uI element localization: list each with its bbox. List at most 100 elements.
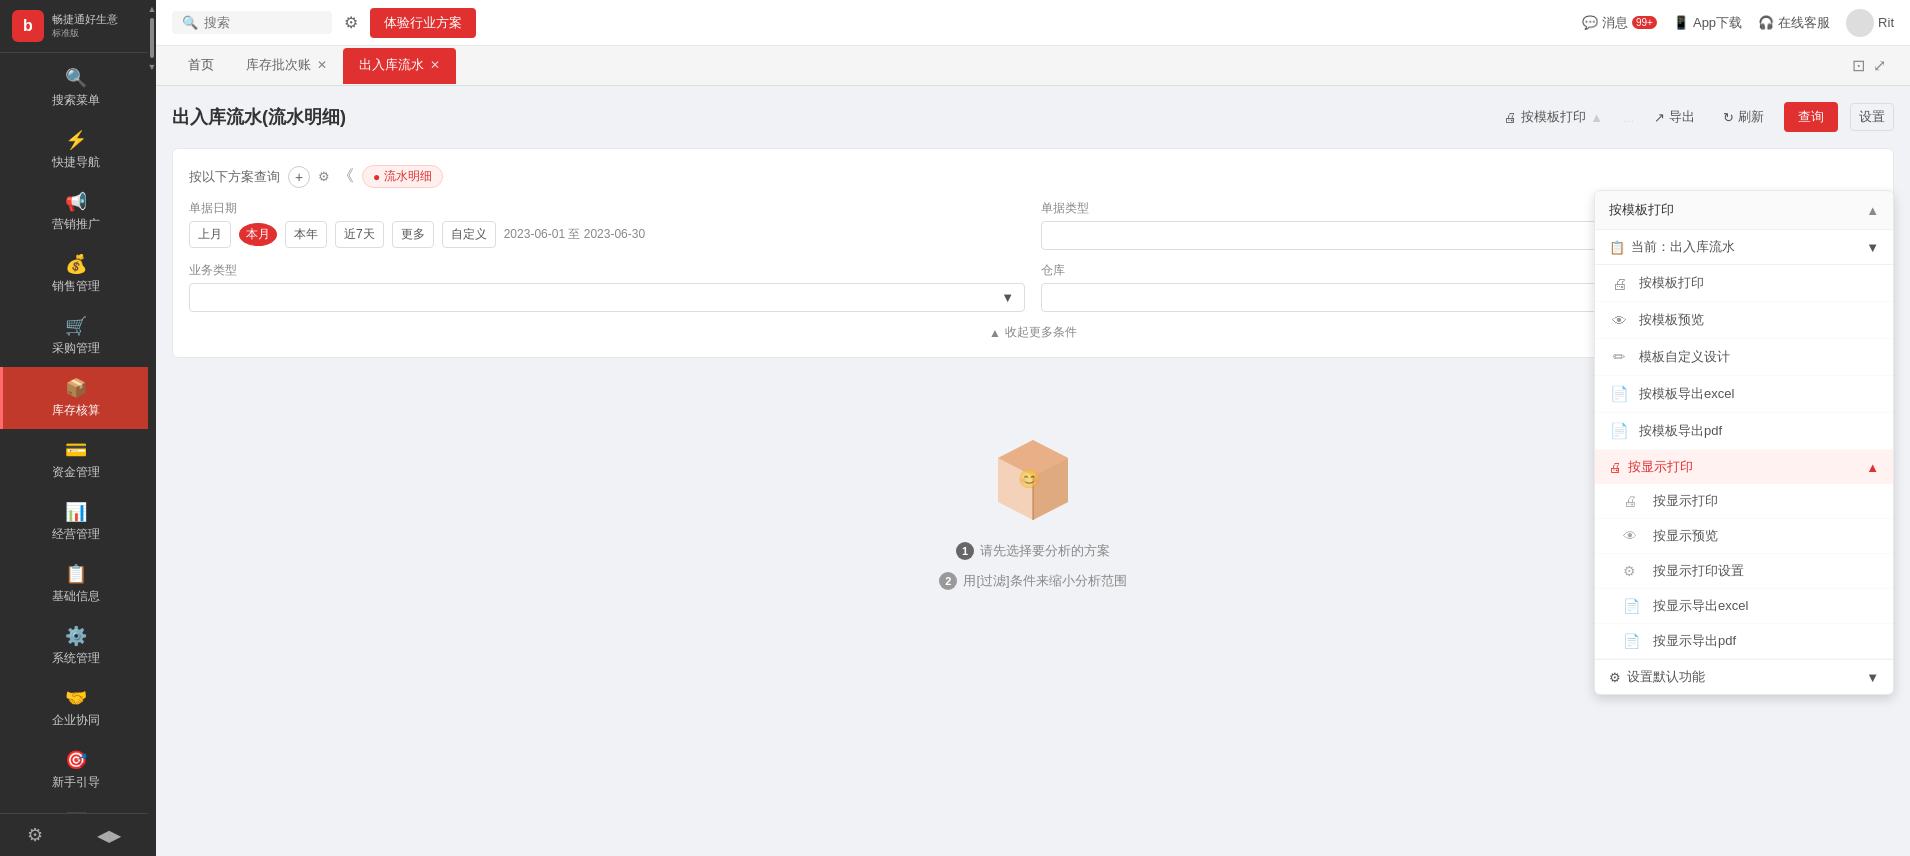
date-custom-btn[interactable]: 自定义 (442, 221, 496, 248)
export-excel-display-menu-item[interactable]: 📄 按显示导出excel (1595, 589, 1893, 624)
online-service-label: 在线客服 (1778, 14, 1830, 32)
sidebar-item-marketing[interactable]: 📢 营销推广 (0, 181, 148, 243)
date-this-year-btn[interactable]: 本年 (285, 221, 327, 248)
user-area[interactable]: Rit (1846, 9, 1894, 37)
current-template-arrow[interactable]: ▼ (1866, 240, 1879, 255)
export-pdf-template-menu-label: 按模板导出pdf (1639, 422, 1722, 440)
export-excel-display-menu-label: 按显示导出excel (1653, 597, 1748, 615)
sidebar-icon-enterprise: 🤝 (65, 687, 87, 709)
empty-step-2-text: 用[过滤]条件来缩小分析范围 (963, 572, 1126, 590)
topbar-settings-icon[interactable]: ⚙ (344, 13, 358, 32)
preview-display-menu-item[interactable]: 👁 按显示预览 (1595, 519, 1893, 554)
refresh-btn[interactable]: ↻ 刷新 (1715, 104, 1772, 130)
sidebar-item-guide[interactable]: 🎯 新手引导 (0, 739, 148, 801)
refresh-label: 刷新 (1738, 108, 1764, 126)
filter-add-btn[interactable]: + (288, 166, 310, 188)
filter-collapse-left-icon[interactable]: 《 (338, 166, 354, 187)
sidebar-item-enterprise[interactable]: 🤝 企业协同 (0, 677, 148, 739)
sidebar-item-inventory[interactable]: 📦 库存核算 (0, 367, 148, 429)
display-print-section[interactable]: 🖨 按显示打印 ▲ (1595, 450, 1893, 484)
print-template-icon: 🖨 (1609, 275, 1629, 292)
sidebar-icon-finance: 💳 (65, 439, 87, 461)
export-pdf-display-menu-label: 按显示导出pdf (1653, 632, 1736, 650)
date-this-month-btn[interactable]: 本月 (239, 223, 277, 246)
sidebar-label-guide: 新手引导 (52, 774, 100, 791)
app-download-btn[interactable]: 📱 App下载 (1673, 14, 1742, 32)
sidebar-item-purchase[interactable]: 🛒 采购管理 (0, 305, 148, 367)
dropdown-header-title: 按模板打印 (1609, 201, 1674, 219)
filter-tag-icon: ● (373, 170, 380, 184)
print-template-btn[interactable]: 🖨 按模板打印 ▲ (1496, 104, 1611, 130)
sidebar-item-sales[interactable]: 💰 销售管理 (0, 243, 148, 305)
settings-display-menu-item[interactable]: ⚙ 按显示打印设置 (1595, 554, 1893, 589)
notification-btn[interactable]: 💬 消息 99+ (1582, 14, 1657, 32)
sidebar-gear-icon[interactable]: ⚙ (27, 824, 43, 846)
date-filter-group: 单据日期 上月 本月 本年 近7天 更多 自定义 2023-06-01 至 20… (189, 200, 1025, 248)
export-excel-template-icon: 📄 (1609, 385, 1629, 403)
tab-restore-icon[interactable]: ⊡ (1852, 56, 1865, 75)
sidebar-item-search[interactable]: 🔍 搜索菜单 (0, 57, 148, 119)
collapse-btn[interactable]: ▲ 收起更多条件 (989, 324, 1077, 341)
export-btn[interactable]: ↗ 导出 (1646, 104, 1703, 130)
dropdown-header-up-icon[interactable]: ▲ (1866, 203, 1879, 218)
date-last-month-btn[interactable]: 上月 (189, 221, 231, 248)
tab-home[interactable]: 首页 (172, 48, 230, 84)
sidebar-label-operation: 经营管理 (52, 526, 100, 543)
app-name: 畅捷通好生意 (52, 12, 118, 26)
sidebar-label-enterprise: 企业协同 (52, 712, 100, 729)
sidebar-label-purchase: 采购管理 (52, 340, 100, 357)
sidebar-label-inventory: 库存核算 (52, 402, 100, 419)
customize-template-menu-item[interactable]: ✏ 模板自定义设计 (1595, 339, 1893, 376)
footer-label: 设置默认功能 (1627, 668, 1705, 686)
preview-display-menu-label: 按显示预览 (1653, 527, 1718, 545)
tab-inventory-batch[interactable]: 库存批次账 ✕ (230, 48, 343, 84)
tabbar: 首页 库存批次账 ✕ 出入库流水 ✕ ⊡ ⤢ (156, 46, 1910, 86)
headset-icon: 🎧 (1758, 15, 1774, 30)
sidebar-item-system[interactable]: ⚙️ 系统管理 (0, 615, 148, 677)
sidebar-item-basic[interactable]: 📋 基础信息 (0, 553, 148, 615)
date-more-btn[interactable]: 更多 (392, 221, 434, 248)
business-type-select[interactable]: ▼ (189, 283, 1025, 312)
settings-display-menu-label: 按显示打印设置 (1653, 562, 1744, 580)
export-pdf-template-menu-item[interactable]: 📄 按模板导出pdf (1595, 413, 1893, 450)
industry-btn[interactable]: 体验行业方案 (370, 8, 476, 38)
settings-btn[interactable]: 设置 (1850, 103, 1894, 131)
sidebar-collapse-icon[interactable]: ◀▶ (97, 826, 121, 845)
sidebar-item-operation[interactable]: 📊 经营管理 (0, 491, 148, 553)
sidebar-item-apps[interactable]: 🔲 应用中心 (0, 801, 148, 813)
preview-template-menu-item[interactable]: 👁 按模板预览 (1595, 302, 1893, 339)
query-btn[interactable]: 查询 (1784, 102, 1838, 132)
print-template-menu-item[interactable]: 🖨 按模板打印 (1595, 265, 1893, 302)
print-display-menu-item[interactable]: 🖨 按显示打印 (1595, 484, 1893, 519)
sidebar-icon-basic: 📋 (65, 563, 87, 585)
sidebar-item-shortcut[interactable]: ⚡ 快捷导航 (0, 119, 148, 181)
dropdown-footer[interactable]: ⚙ 设置默认功能 ▼ (1595, 659, 1893, 694)
notification-icon: 💬 (1582, 15, 1598, 30)
sidebar-label-shortcut: 快捷导航 (52, 154, 100, 171)
export-excel-display-icon: 📄 (1623, 598, 1643, 614)
sidebar-label-search: 搜索菜单 (52, 92, 100, 109)
tab-inout-flow-close[interactable]: ✕ (430, 58, 440, 72)
sidebar-icon-guide: 🎯 (65, 749, 87, 771)
online-service-btn[interactable]: 🎧 在线客服 (1758, 14, 1830, 32)
date-7days-btn[interactable]: 近7天 (335, 221, 384, 248)
export-icon: ↗ (1654, 110, 1665, 125)
tab-expand-icon[interactable]: ⤢ (1873, 56, 1886, 75)
export-pdf-display-menu-item[interactable]: 📄 按显示导出pdf (1595, 624, 1893, 659)
empty-step-1-text: 请先选择要分析的方案 (980, 542, 1110, 560)
filter-tag-label: 流水明细 (384, 168, 432, 185)
search-input[interactable] (204, 15, 304, 30)
export-excel-template-menu-item[interactable]: 📄 按模板导出excel (1595, 376, 1893, 413)
tab-inventory-batch-close[interactable]: ✕ (317, 58, 327, 72)
export-pdf-display-icon: 📄 (1623, 633, 1643, 649)
sidebar-icon-system: ⚙️ (65, 625, 87, 647)
tab-inout-flow[interactable]: 出入库流水 ✕ (343, 48, 456, 84)
step-num-1: 1 (956, 542, 974, 560)
topbar: 🔍 ⚙ 体验行业方案 💬 消息 99+ 📱 App下载 🎧 在线客服 (156, 0, 1910, 46)
sidebar-item-finance[interactable]: 💳 资金管理 (0, 429, 148, 491)
preview-display-icon: 👁 (1623, 528, 1643, 544)
collapse-btn-label: 收起更多条件 (1005, 324, 1077, 341)
search-box[interactable]: 🔍 (172, 11, 332, 34)
filter-settings-icon[interactable]: ⚙ (318, 169, 330, 184)
dropdown-current-template: 📋 当前：出入库流水 ▼ (1595, 230, 1893, 265)
